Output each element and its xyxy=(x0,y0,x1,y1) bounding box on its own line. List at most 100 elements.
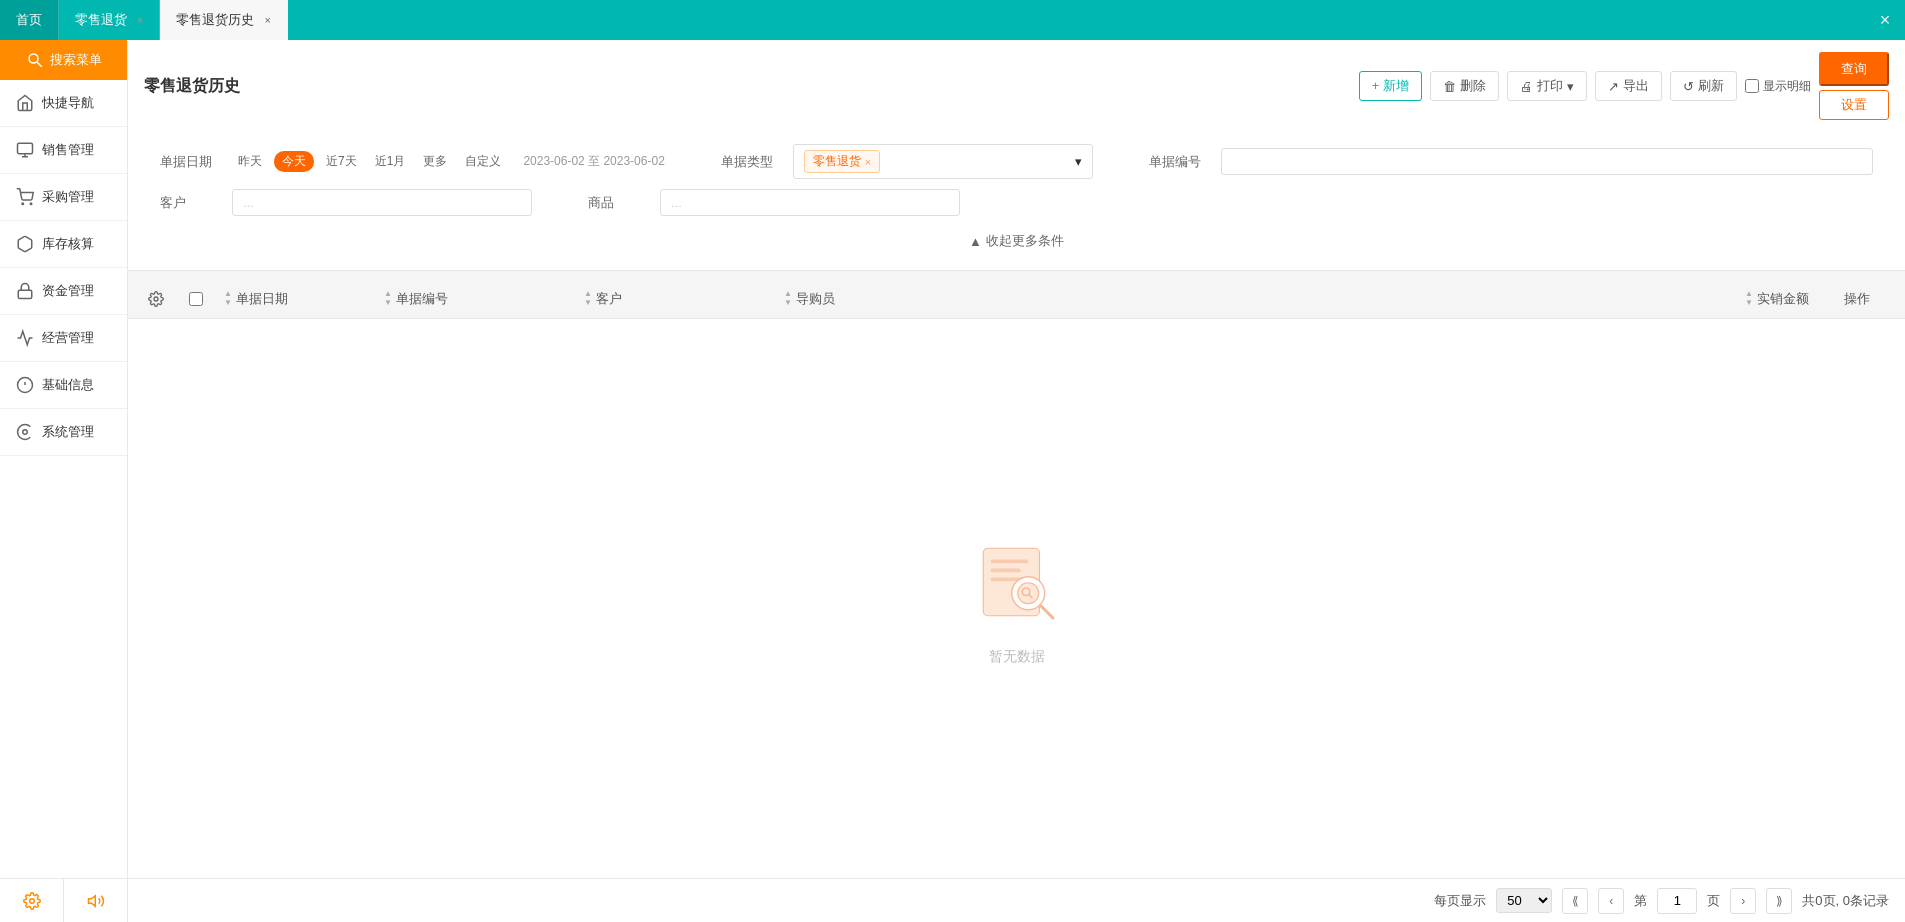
table-settings-icon xyxy=(148,291,164,307)
date-btn-yesterday[interactable]: 昨天 xyxy=(232,151,268,172)
col-guide-label: 导购员 xyxy=(796,290,835,308)
empty-illustration xyxy=(957,532,1077,632)
goods-select[interactable]: ... xyxy=(660,189,960,216)
tab-retail-return-history-label: 零售退货历史 xyxy=(176,11,254,29)
bill-no-input[interactable] xyxy=(1221,148,1873,175)
pagination: 每页显示 50 100 200 ⟪ ‹ 第 1 页 › ⟫ 共0页, 0条记录 xyxy=(128,878,1905,922)
col-date-header[interactable]: ▲ ▼ 单据日期 xyxy=(216,290,376,308)
date-sort-arrows: ▲ ▼ xyxy=(224,290,232,307)
first-page-button[interactable]: ⟪ xyxy=(1562,888,1588,914)
query-settings-group: 查询 设置 xyxy=(1819,52,1889,120)
filter-area: 单据日期 昨天 今天 近7天 近1月 更多 自定义 2023-06-02 至 2… xyxy=(144,132,1889,270)
top-bar: 首页 零售退货 × 零售退货历史 × × xyxy=(0,0,1905,40)
date-btn-1month[interactable]: 近1月 xyxy=(369,151,412,172)
bill-type-select[interactable]: 零售退货 × ▾ xyxy=(793,144,1093,179)
print-dropdown-icon: ▾ xyxy=(1567,79,1574,94)
col-settings[interactable] xyxy=(136,291,176,307)
date-quick-buttons: 昨天 今天 近7天 近1月 更多 自定义 xyxy=(232,151,507,172)
page-header-top: 零售退货历史 + 新增 🗑 删除 🖨 打印 ▾ ↗ 导出 xyxy=(144,52,1889,120)
guide-sort-arrows: ▲ ▼ xyxy=(784,290,792,307)
col-date-label: 单据日期 xyxy=(236,290,288,308)
sidebar-item-business-label: 经营管理 xyxy=(42,329,94,347)
sidebar-item-sales[interactable]: 销售管理 xyxy=(0,127,127,174)
sidebar-settings-button[interactable] xyxy=(0,879,64,922)
last-page-button[interactable]: ⟫ xyxy=(1766,888,1792,914)
col-customer-header[interactable]: ▲ ▼ 客户 xyxy=(576,290,776,308)
delete-label: 删除 xyxy=(1460,77,1486,95)
query-button[interactable]: 查询 xyxy=(1819,52,1889,86)
col-amount-header[interactable]: ▲ ▼ 实销金额 xyxy=(1667,290,1817,308)
empty-text: 暂无数据 xyxy=(989,648,1045,666)
date-btn-custom[interactable]: 自定义 xyxy=(459,151,507,172)
col-guide-header[interactable]: ▲ ▼ 导购员 xyxy=(776,290,1667,308)
sidebar-search-label: 搜索菜单 xyxy=(50,51,102,69)
svg-line-1 xyxy=(37,62,42,67)
sidebar-item-system-label: 系统管理 xyxy=(42,423,94,441)
sidebar: 搜索菜单 快捷导航 销售管理 采购管理 库存核算 xyxy=(0,40,128,922)
sidebar-search-button[interactable]: 搜索菜单 xyxy=(0,40,127,80)
date-btn-more[interactable]: 更多 xyxy=(417,151,453,172)
sidebar-item-inventory-label: 库存核算 xyxy=(42,235,94,253)
refresh-button[interactable]: ↺ 刷新 xyxy=(1670,71,1737,101)
sidebar-audio-button[interactable] xyxy=(64,879,127,922)
next-page-button[interactable]: › xyxy=(1730,888,1756,914)
sidebar-bottom xyxy=(0,878,127,922)
date-btn-7days[interactable]: 近7天 xyxy=(320,151,363,172)
col-bill-no-label: 单据编号 xyxy=(396,290,448,308)
print-button[interactable]: 🖨 打印 ▾ xyxy=(1507,71,1587,101)
sidebar-item-quicknav[interactable]: 快捷导航 xyxy=(0,80,127,127)
refresh-icon: ↺ xyxy=(1683,79,1694,94)
settings-button[interactable]: 设置 xyxy=(1819,90,1889,120)
customer-label: 客户 xyxy=(160,194,216,212)
export-button[interactable]: ↗ 导出 xyxy=(1595,71,1662,101)
tab-retail-return-label: 零售退货 xyxy=(75,11,127,29)
per-page-select[interactable]: 50 100 200 xyxy=(1496,888,1552,913)
table-header: ▲ ▼ 单据日期 ▲ ▼ 单据编号 ▲ ▼ xyxy=(128,279,1905,319)
delete-icon: 🗑 xyxy=(1443,79,1456,94)
volume-icon xyxy=(87,892,105,910)
tab-retail-return-close[interactable]: × xyxy=(137,14,143,26)
sidebar-item-business[interactable]: 经营管理 xyxy=(0,315,127,362)
svg-point-20 xyxy=(1017,582,1038,603)
collapse-bar[interactable]: ▲ 收起更多条件 xyxy=(160,226,1873,258)
bill-type-dropdown-icon: ▾ xyxy=(1075,154,1082,169)
customer-placeholder: ... xyxy=(243,195,254,210)
sidebar-item-purchase[interactable]: 采购管理 xyxy=(0,174,127,221)
tab-retail-return-history[interactable]: 零售退货历史 × xyxy=(160,0,287,40)
svg-rect-7 xyxy=(18,290,32,298)
check-all-checkbox[interactable] xyxy=(189,292,203,306)
bill-type-tag-label: 零售退货 xyxy=(813,153,861,170)
date-filter-label: 单据日期 xyxy=(160,153,216,171)
tab-retail-return[interactable]: 零售退货 × xyxy=(59,0,160,40)
tab-bar: 首页 零售退货 × 零售退货历史 × xyxy=(0,0,1865,40)
tab-home[interactable]: 首页 xyxy=(0,0,59,40)
sidebar-item-inventory[interactable]: 库存核算 xyxy=(0,221,127,268)
bill-type-tag: 零售退货 × xyxy=(804,150,880,173)
date-btn-today[interactable]: 今天 xyxy=(274,151,314,172)
customer-select[interactable]: ... xyxy=(232,189,532,216)
prev-page-button[interactable]: ‹ xyxy=(1598,888,1624,914)
export-label: 导出 xyxy=(1623,77,1649,95)
toolbar: + 新增 🗑 删除 🖨 打印 ▾ ↗ 导出 ↺ xyxy=(1359,52,1889,120)
bill-type-tag-close[interactable]: × xyxy=(865,156,871,168)
main-layout: 搜索菜单 快捷导航 销售管理 采购管理 库存核算 xyxy=(0,40,1905,922)
goods-placeholder: ... xyxy=(671,195,682,210)
col-bill-no-header[interactable]: ▲ ▼ 单据编号 xyxy=(376,290,576,308)
sidebar-item-system[interactable]: 系统管理 xyxy=(0,409,127,456)
sidebar-item-info[interactable]: 基础信息 xyxy=(0,362,127,409)
page-unit: 页 xyxy=(1707,892,1720,910)
tab-retail-return-history-close[interactable]: × xyxy=(264,14,270,26)
svg-line-21 xyxy=(1041,606,1053,618)
add-button[interactable]: + 新增 xyxy=(1359,71,1422,101)
delete-button[interactable]: 🗑 删除 xyxy=(1430,71,1499,101)
col-check-all[interactable] xyxy=(176,292,216,306)
total-text: 共0页, 0条记录 xyxy=(1802,892,1889,910)
page-number-input[interactable]: 1 xyxy=(1657,888,1697,914)
finance-icon xyxy=(16,282,34,300)
tab-home-label: 首页 xyxy=(16,11,42,29)
sidebar-item-finance[interactable]: 资金管理 xyxy=(0,268,127,315)
goods-label: 商品 xyxy=(588,194,644,212)
show-detail-checkbox[interactable] xyxy=(1745,79,1759,93)
window-close-button[interactable]: × xyxy=(1865,0,1905,40)
sidebar-item-info-label: 基础信息 xyxy=(42,376,94,394)
